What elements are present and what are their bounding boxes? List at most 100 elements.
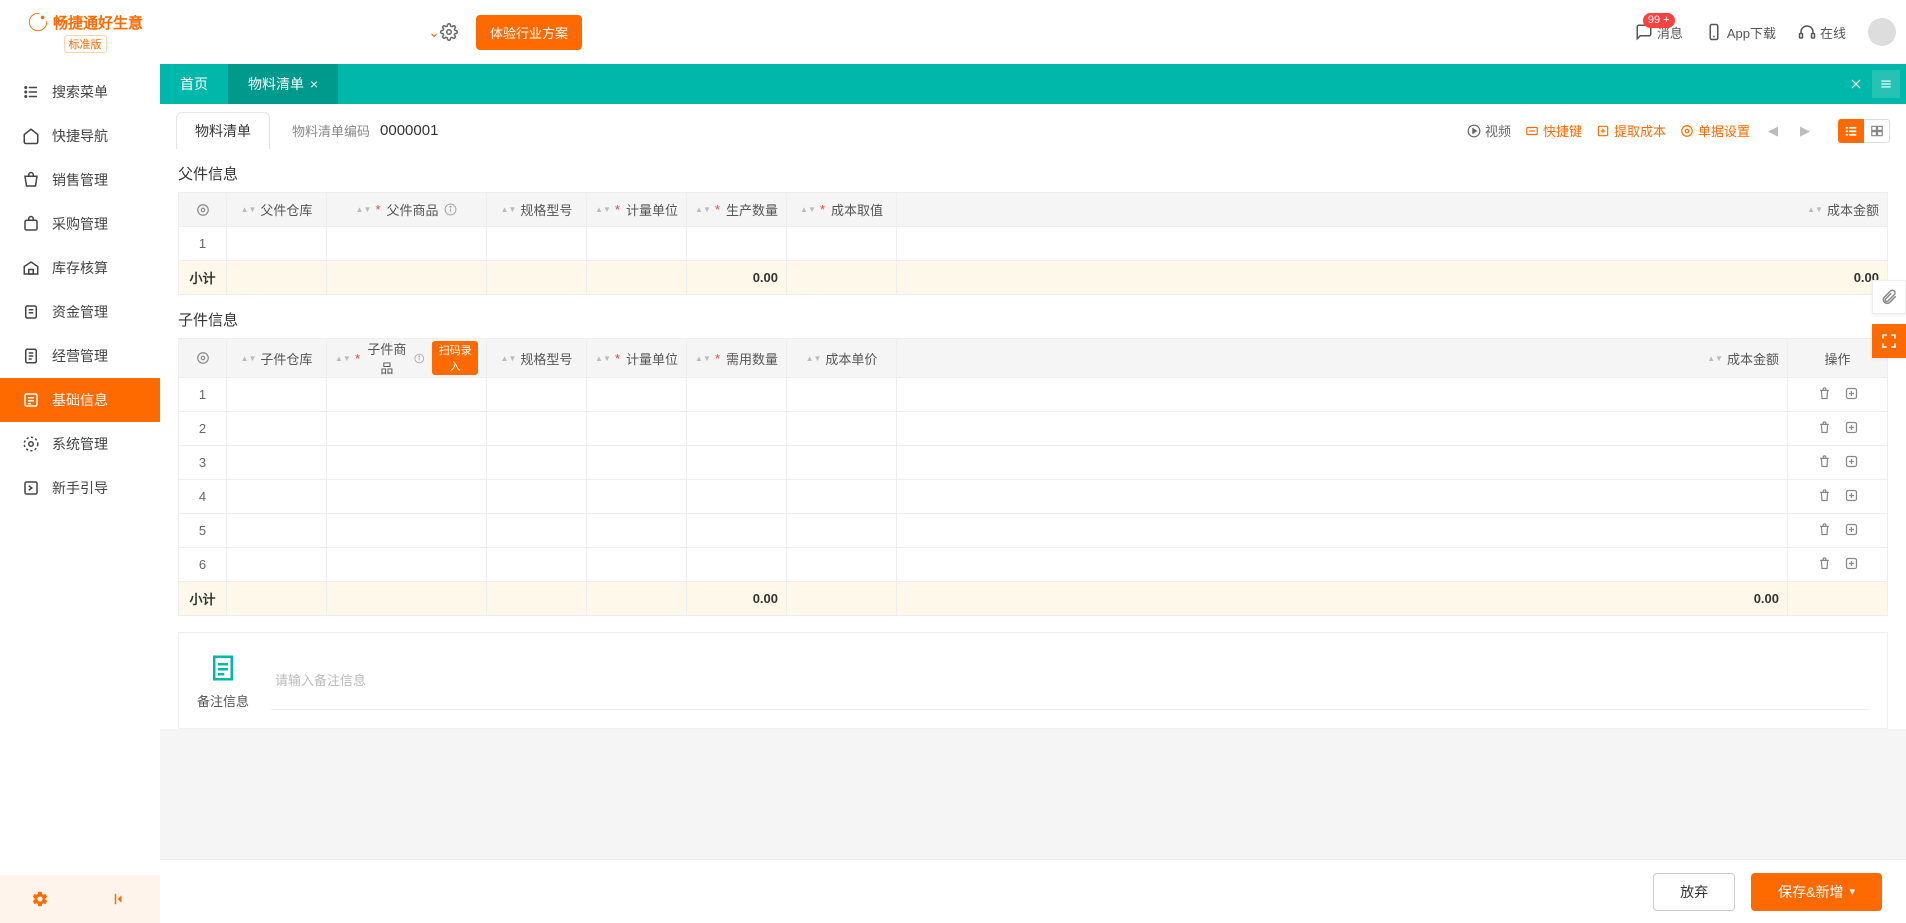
try-industry-button[interactable]: 体验行业方案 [476, 15, 582, 50]
sort-icon: ▲▼ [695, 356, 711, 361]
fullscreen-button[interactable] [1872, 324, 1906, 358]
parent-section-title: 父件信息 [160, 149, 1906, 192]
message-badge: 99 + [1643, 13, 1675, 28]
child-col-product[interactable]: ▲▼*子件商品扫码录入 [327, 339, 487, 378]
form-footer: 放弃 保存&新增 ▾ [160, 859, 1906, 923]
view-list-button[interactable] [1864, 119, 1890, 143]
child-row[interactable]: 2 [179, 412, 1888, 446]
next-doc-icon[interactable]: ▶ [1796, 123, 1814, 139]
sidebar-item-funds[interactable]: 资金管理 [0, 290, 160, 334]
parent-row[interactable]: 1 [179, 227, 1888, 261]
sidebar-item-basic[interactable]: 基础信息 [0, 378, 160, 422]
parent-col-warehouse[interactable]: ▲▼父件仓库 [227, 193, 327, 227]
video-help-link[interactable]: 视频 [1467, 121, 1511, 140]
sidebar-item-guide[interactable]: 新手引导 [0, 466, 160, 510]
system-icon [22, 435, 40, 453]
sidebar: 搜索菜单快捷导航销售管理采购管理库存核算资金管理经营管理基础信息系统管理新手引导 [0, 64, 160, 923]
parent-col-spec[interactable]: ▲▼规格型号 [487, 193, 587, 227]
delete-row-icon[interactable] [1817, 522, 1832, 537]
sidebar-item-label: 资金管理 [52, 302, 108, 322]
prev-doc-icon[interactable]: ◀ [1764, 123, 1782, 139]
purchase-icon [22, 215, 40, 233]
delete-row-icon[interactable] [1817, 386, 1832, 401]
scan-input-tag[interactable]: 扫码录入 [432, 341, 478, 375]
add-row-icon[interactable] [1844, 488, 1859, 503]
add-row-icon[interactable] [1844, 522, 1859, 537]
shortcut-link[interactable]: 快捷键 [1525, 121, 1582, 140]
add-row-icon[interactable] [1844, 386, 1859, 401]
add-row-icon[interactable] [1844, 454, 1859, 469]
sidebar-item-label: 快捷导航 [52, 126, 108, 146]
discard-button[interactable]: 放弃 [1653, 873, 1735, 911]
child-col-qty[interactable]: ▲▼*需用数量 [687, 339, 787, 378]
sidebar-item-purchase[interactable]: 采购管理 [0, 202, 160, 246]
parent-col-unit[interactable]: ▲▼*计量单位 [587, 193, 687, 227]
attachment-button[interactable] [1872, 280, 1906, 314]
add-row-icon[interactable] [1844, 556, 1859, 571]
parent-col-warehouse-label: 父件仓库 [260, 200, 312, 219]
row-index: 5 [179, 514, 227, 548]
org-settings-icon[interactable] [440, 23, 458, 41]
sort-icon: ▲▼ [501, 207, 517, 212]
user-avatar[interactable] [1868, 18, 1896, 46]
parent-subtotal-qty: 0.00 [687, 261, 787, 295]
online-support-link[interactable]: 在线 [1798, 23, 1846, 42]
parent-col-costbasis-label: 成本取值 [831, 200, 883, 219]
tab-close-icon[interactable]: × [310, 76, 318, 92]
remark-input[interactable] [271, 651, 1869, 710]
save-and-new-button[interactable]: 保存&新增 ▾ [1751, 873, 1882, 911]
app-header: 畅捷通好生意 标准版 ⌄ 体验行业方案 99 + 消息 App下载 在线 [0, 0, 1906, 64]
sidebar-item-search[interactable]: 搜索菜单 [0, 70, 160, 114]
parent-col-product[interactable]: ▲▼*父件商品 [327, 193, 487, 227]
delete-row-icon[interactable] [1817, 420, 1832, 435]
delete-row-icon[interactable] [1817, 454, 1832, 469]
row-index: 2 [179, 412, 227, 446]
guide-icon [22, 479, 40, 497]
parent-col-gear[interactable] [179, 193, 227, 227]
delete-row-icon[interactable] [1817, 556, 1832, 571]
child-col-unit[interactable]: ▲▼*计量单位 [587, 339, 687, 378]
child-row[interactable]: 5 [179, 514, 1888, 548]
brand-block: 畅捷通好生意 标准版 [10, 11, 160, 53]
add-row-icon[interactable] [1844, 420, 1859, 435]
child-col-product-label: 子件商品 [366, 339, 408, 377]
child-section-title: 子件信息 [160, 295, 1906, 338]
sidebar-item-system[interactable]: 系统管理 [0, 422, 160, 466]
child-col-amount[interactable]: ▲▼成本金额 [897, 339, 1788, 378]
sidebar-item-label: 销售管理 [52, 170, 108, 190]
tabbar-close-all-icon[interactable] [1842, 70, 1870, 98]
child-row[interactable]: 6 [179, 548, 1888, 582]
parent-col-qty[interactable]: ▲▼*生产数量 [687, 193, 787, 227]
tab-bom[interactable]: 物料清单 × [228, 64, 338, 104]
save-and-new-label: 保存&新增 [1778, 882, 1843, 902]
child-row[interactable]: 3 [179, 446, 1888, 480]
sidebar-item-operation[interactable]: 经营管理 [0, 334, 160, 378]
app-download-link[interactable]: App下载 [1705, 23, 1776, 42]
row-index: 3 [179, 446, 227, 480]
sidebar-item-label: 搜索菜单 [52, 82, 108, 102]
parent-col-costbasis[interactable]: ▲▼*成本取值 [787, 193, 897, 227]
child-row[interactable]: 4 [179, 480, 1888, 514]
extract-cost-button[interactable]: 提取成本 [1596, 121, 1666, 140]
sidebar-item-sales[interactable]: 销售管理 [0, 158, 160, 202]
collapse-sidebar-icon[interactable] [111, 890, 129, 908]
sidebar-item-label: 新手引导 [52, 478, 108, 498]
tabbar-menu-icon[interactable] [1872, 70, 1900, 98]
org-selector[interactable]: ⌄ [200, 24, 440, 41]
view-form-button[interactable] [1838, 119, 1864, 143]
child-col-spec[interactable]: ▲▼规格型号 [487, 339, 587, 378]
messages-link[interactable]: 99 + 消息 [1635, 23, 1683, 42]
child-col-warehouse[interactable]: ▲▼子件仓库 [227, 339, 327, 378]
doc-settings-link[interactable]: 单据设置 [1680, 121, 1750, 140]
sidebar-item-quicknav[interactable]: 快捷导航 [0, 114, 160, 158]
remark-label: 备注信息 [197, 691, 249, 710]
parent-col-amount[interactable]: ▲▼成本金额 [897, 193, 1888, 227]
sidebar-item-inventory[interactable]: 库存核算 [0, 246, 160, 290]
child-col-price[interactable]: ▲▼成本单价 [787, 339, 897, 378]
funds-icon [22, 303, 40, 321]
child-row[interactable]: 1 [179, 378, 1888, 412]
settings-icon[interactable] [31, 890, 49, 908]
child-col-gear[interactable] [179, 339, 227, 378]
tab-home[interactable]: 首页 [160, 64, 228, 104]
delete-row-icon[interactable] [1817, 488, 1832, 503]
